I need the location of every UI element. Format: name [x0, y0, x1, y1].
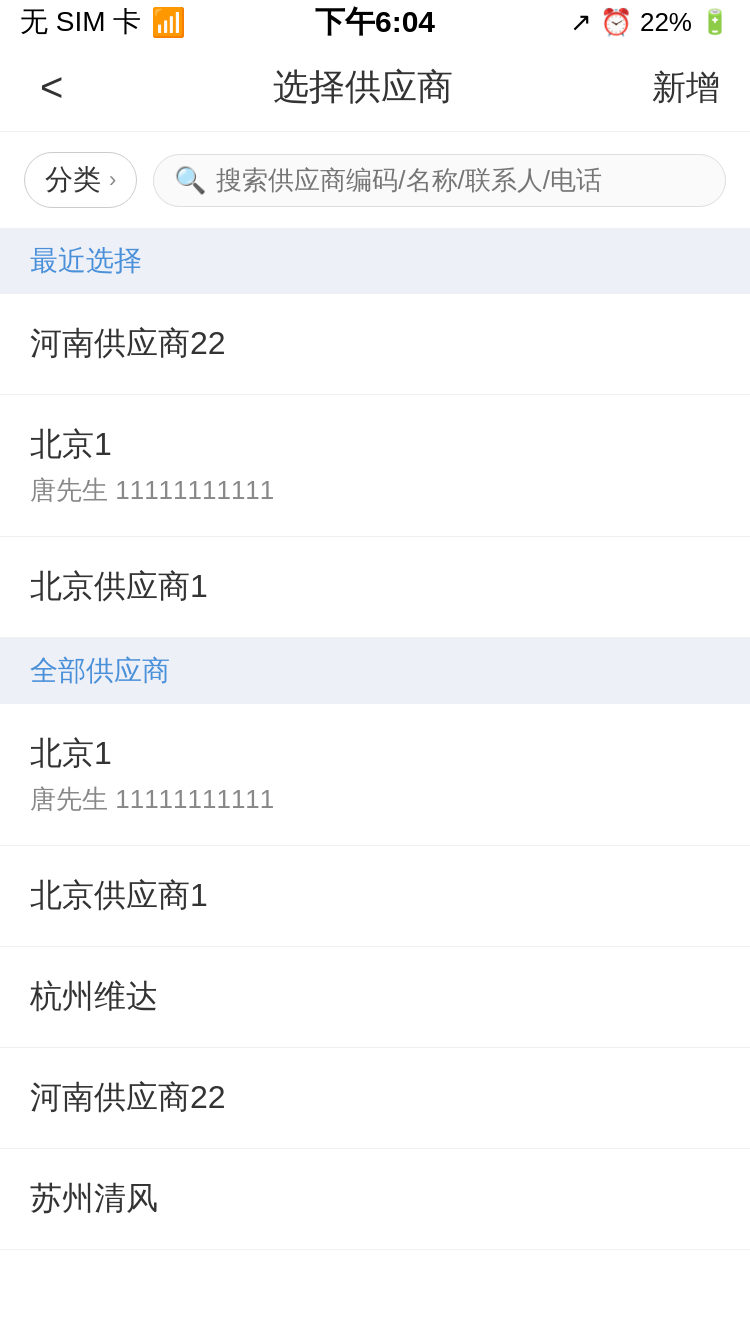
nav-bar: < 选择供应商 新增	[0, 44, 750, 132]
list-item[interactable]: 北京1 唐先生 11111111111	[0, 704, 750, 846]
status-time: 下午6:04	[315, 2, 435, 43]
item-name: 北京1	[30, 732, 720, 776]
item-name: 河南供应商22	[30, 322, 720, 366]
recent-list: 河南供应商22 北京1 唐先生 11111111111 北京供应商1	[0, 294, 750, 638]
all-section-header: 全部供应商	[0, 638, 750, 704]
status-left: 无 SIM 卡 📶	[20, 3, 186, 41]
back-button[interactable]: <	[30, 55, 73, 120]
wifi-icon: 📶	[151, 6, 186, 39]
location-icon: ↗	[570, 7, 592, 38]
list-item[interactable]: 北京1 唐先生 11111111111	[0, 395, 750, 537]
battery-icon: 🔋	[700, 8, 730, 36]
status-bar: 无 SIM 卡 📶 下午6:04 ↗ ⏰ 22% 🔋	[0, 0, 750, 44]
item-name: 北京供应商1	[30, 565, 720, 609]
no-sim-text: 无 SIM 卡	[20, 3, 141, 41]
all-section-label: 全部供应商	[30, 655, 170, 686]
list-item[interactable]: 杭州维达	[0, 947, 750, 1048]
add-button[interactable]: 新增	[652, 65, 720, 111]
status-right: ↗ ⏰ 22% 🔋	[570, 7, 730, 38]
list-item[interactable]: 河南供应商22	[0, 1048, 750, 1149]
list-item[interactable]: 河南供应商22	[0, 294, 750, 395]
category-filter[interactable]: 分类 ›	[24, 152, 137, 208]
item-sub: 唐先生 11111111111	[30, 473, 720, 508]
recent-section-label: 最近选择	[30, 245, 142, 276]
battery-text: 22%	[640, 7, 692, 38]
item-name: 北京1	[30, 423, 720, 467]
search-input[interactable]	[216, 165, 705, 196]
filter-bar: 分类 › 🔍	[0, 132, 750, 228]
chevron-right-icon: ›	[109, 167, 116, 193]
page-title: 选择供应商	[273, 63, 453, 112]
search-box[interactable]: 🔍	[153, 154, 726, 207]
list-item[interactable]: 苏州清风	[0, 1149, 750, 1250]
all-list: 北京1 唐先生 11111111111 北京供应商1 杭州维达河南供应商22 苏州清风	[0, 704, 750, 1250]
item-sub: 唐先生 11111111111	[30, 782, 720, 817]
search-icon: 🔍	[174, 165, 206, 196]
item-name: 杭州维达	[30, 975, 720, 1019]
item-name: 河南供应商22	[30, 1076, 720, 1120]
list-item[interactable]: 北京供应商1	[0, 846, 750, 947]
item-name: 北京供应商1	[30, 874, 720, 918]
category-label: 分类	[45, 161, 101, 199]
item-name: 苏州清风	[30, 1177, 720, 1221]
list-item[interactable]: 北京供应商1	[0, 537, 750, 638]
alarm-icon: ⏰	[600, 7, 632, 38]
recent-section-header: 最近选择	[0, 228, 750, 294]
